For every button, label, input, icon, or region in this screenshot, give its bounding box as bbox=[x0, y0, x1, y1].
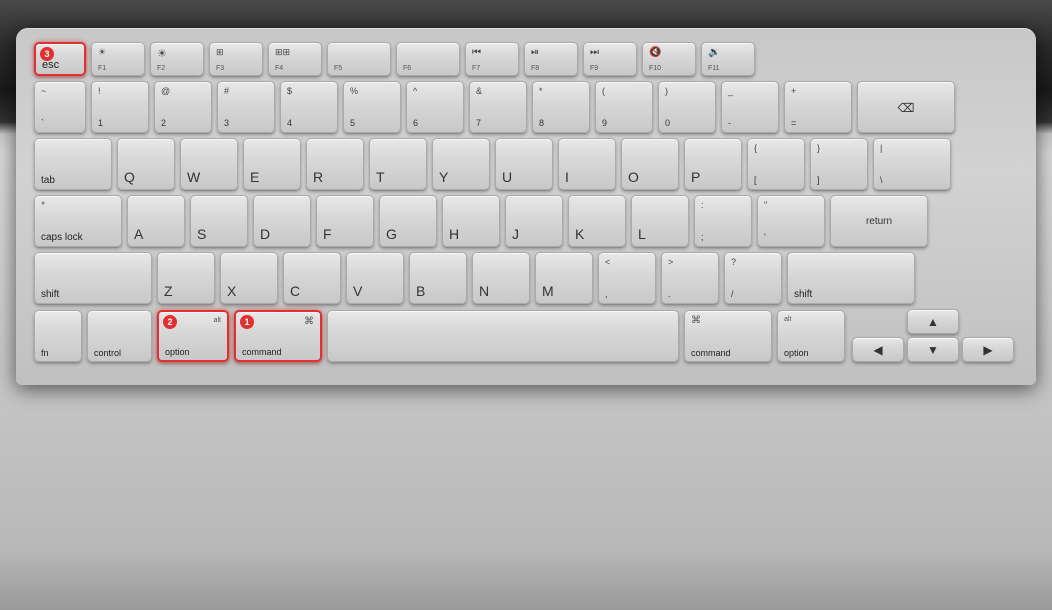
e-key[interactable]: E bbox=[243, 138, 301, 190]
zxcv-row: shift Z X C V B N M < , > . ? / shift bbox=[34, 252, 1018, 304]
f6-key[interactable]: F6 bbox=[396, 42, 460, 76]
2-key[interactable]: @ 2 bbox=[154, 81, 212, 133]
option-left-key[interactable]: 2 alt option bbox=[157, 310, 229, 362]
v-key[interactable]: V bbox=[346, 252, 404, 304]
fn-key[interactable]: fn bbox=[34, 310, 82, 362]
home-row: ● caps lock A S D F G H J K L : ; " ' re… bbox=[34, 195, 1018, 247]
arrow-down-key[interactable]: ▼ bbox=[907, 337, 959, 362]
qwerty-row: tab Q W E R T Y U I O P { [ } ] | \ bbox=[34, 138, 1018, 190]
number-row: ~ ` ! 1 @ 2 # 3 $ 4 % 5 bbox=[34, 81, 1018, 133]
left-shift-key[interactable]: shift bbox=[34, 252, 152, 304]
open-bracket-key[interactable]: { [ bbox=[747, 138, 805, 190]
esc-badge: 3 bbox=[40, 47, 54, 61]
4-key[interactable]: $ 4 bbox=[280, 81, 338, 133]
q-key[interactable]: Q bbox=[117, 138, 175, 190]
f4-key[interactable]: ⊞⊞ F4 bbox=[268, 42, 322, 76]
tab-key[interactable]: tab bbox=[34, 138, 112, 190]
n-key[interactable]: N bbox=[472, 252, 530, 304]
period-key[interactable]: > . bbox=[661, 252, 719, 304]
3-key[interactable]: # 3 bbox=[217, 81, 275, 133]
control-key[interactable]: control bbox=[87, 310, 152, 362]
9-key[interactable]: ( 9 bbox=[595, 81, 653, 133]
spacebar-key[interactable] bbox=[327, 310, 679, 362]
5-key[interactable]: % 5 bbox=[343, 81, 401, 133]
right-shift-key[interactable]: shift bbox=[787, 252, 915, 304]
f11-key[interactable]: 🔉 F11 bbox=[701, 42, 755, 76]
arrow-cluster: ▲ ◀ ▼ ▶ bbox=[852, 309, 1014, 362]
x-key[interactable]: X bbox=[220, 252, 278, 304]
f9-key[interactable]: ⏭ F9 bbox=[583, 42, 637, 76]
z-key[interactable]: Z bbox=[157, 252, 215, 304]
esc-key[interactable]: 3 esc bbox=[34, 42, 86, 76]
equals-key[interactable]: + = bbox=[784, 81, 852, 133]
j-key[interactable]: J bbox=[505, 195, 563, 247]
keyboard-background: 3 esc ☀ F1 ☀ F2 ⊞ F3 ⊞⊞ F4 F5 bbox=[0, 0, 1052, 610]
1-key[interactable]: ! 1 bbox=[91, 81, 149, 133]
m-key[interactable]: M bbox=[535, 252, 593, 304]
f8-key[interactable]: ⏯ F8 bbox=[524, 42, 578, 76]
o-key[interactable]: O bbox=[621, 138, 679, 190]
caps-lock-key[interactable]: ● caps lock bbox=[34, 195, 122, 247]
comma-key[interactable]: < , bbox=[598, 252, 656, 304]
arrow-right-key[interactable]: ▶ bbox=[962, 337, 1014, 362]
arrow-up-key[interactable]: ▲ bbox=[907, 309, 959, 334]
f-key[interactable]: F bbox=[316, 195, 374, 247]
w-key[interactable]: W bbox=[180, 138, 238, 190]
f1-key[interactable]: ☀ F1 bbox=[91, 42, 145, 76]
quote-key[interactable]: " ' bbox=[757, 195, 825, 247]
close-bracket-key[interactable]: } ] bbox=[810, 138, 868, 190]
backslash-key[interactable]: | \ bbox=[873, 138, 951, 190]
command-right-key[interactable]: ⌘ command bbox=[684, 310, 772, 362]
k-key[interactable]: K bbox=[568, 195, 626, 247]
h-key[interactable]: H bbox=[442, 195, 500, 247]
g-key[interactable]: G bbox=[379, 195, 437, 247]
y-key[interactable]: Y bbox=[432, 138, 490, 190]
f10-key[interactable]: 🔇 F10 bbox=[642, 42, 696, 76]
arrow-left-key[interactable]: ◀ bbox=[852, 337, 904, 362]
c-key[interactable]: C bbox=[283, 252, 341, 304]
command-badge: 1 bbox=[240, 315, 254, 329]
t-key[interactable]: T bbox=[369, 138, 427, 190]
f5-key[interactable]: F5 bbox=[327, 42, 391, 76]
minus-key[interactable]: _ - bbox=[721, 81, 779, 133]
bottom-row: fn control 2 alt option 1 ⌘ command ⌘ bbox=[34, 309, 1018, 362]
option-right-key[interactable]: alt option bbox=[777, 310, 845, 362]
slash-key[interactable]: ? / bbox=[724, 252, 782, 304]
8-key[interactable]: * 8 bbox=[532, 81, 590, 133]
keyboard-body: 3 esc ☀ F1 ☀ F2 ⊞ F3 ⊞⊞ F4 F5 bbox=[16, 28, 1036, 385]
f3-key[interactable]: ⊞ F3 bbox=[209, 42, 263, 76]
u-key[interactable]: U bbox=[495, 138, 553, 190]
option-badge: 2 bbox=[163, 315, 177, 329]
l-key[interactable]: L bbox=[631, 195, 689, 247]
b-key[interactable]: B bbox=[409, 252, 467, 304]
p-key[interactable]: P bbox=[684, 138, 742, 190]
r-key[interactable]: R bbox=[306, 138, 364, 190]
d-key[interactable]: D bbox=[253, 195, 311, 247]
return-key[interactable]: return bbox=[830, 195, 928, 247]
tilde-key[interactable]: ~ ` bbox=[34, 81, 86, 133]
f2-key[interactable]: ☀ F2 bbox=[150, 42, 204, 76]
semicolon-key[interactable]: : ; bbox=[694, 195, 752, 247]
6-key[interactable]: ^ 6 bbox=[406, 81, 464, 133]
backspace-key[interactable]: ⌫ bbox=[857, 81, 955, 133]
esc-label: esc bbox=[42, 60, 59, 71]
fn-row: 3 esc ☀ F1 ☀ F2 ⊞ F3 ⊞⊞ F4 F5 bbox=[34, 42, 1018, 76]
f7-key[interactable]: ⏮ F7 bbox=[465, 42, 519, 76]
a-key[interactable]: A bbox=[127, 195, 185, 247]
i-key[interactable]: I bbox=[558, 138, 616, 190]
command-left-key[interactable]: 1 ⌘ command bbox=[234, 310, 322, 362]
0-key[interactable]: ) 0 bbox=[658, 81, 716, 133]
7-key[interactable]: & 7 bbox=[469, 81, 527, 133]
s-key[interactable]: S bbox=[190, 195, 248, 247]
